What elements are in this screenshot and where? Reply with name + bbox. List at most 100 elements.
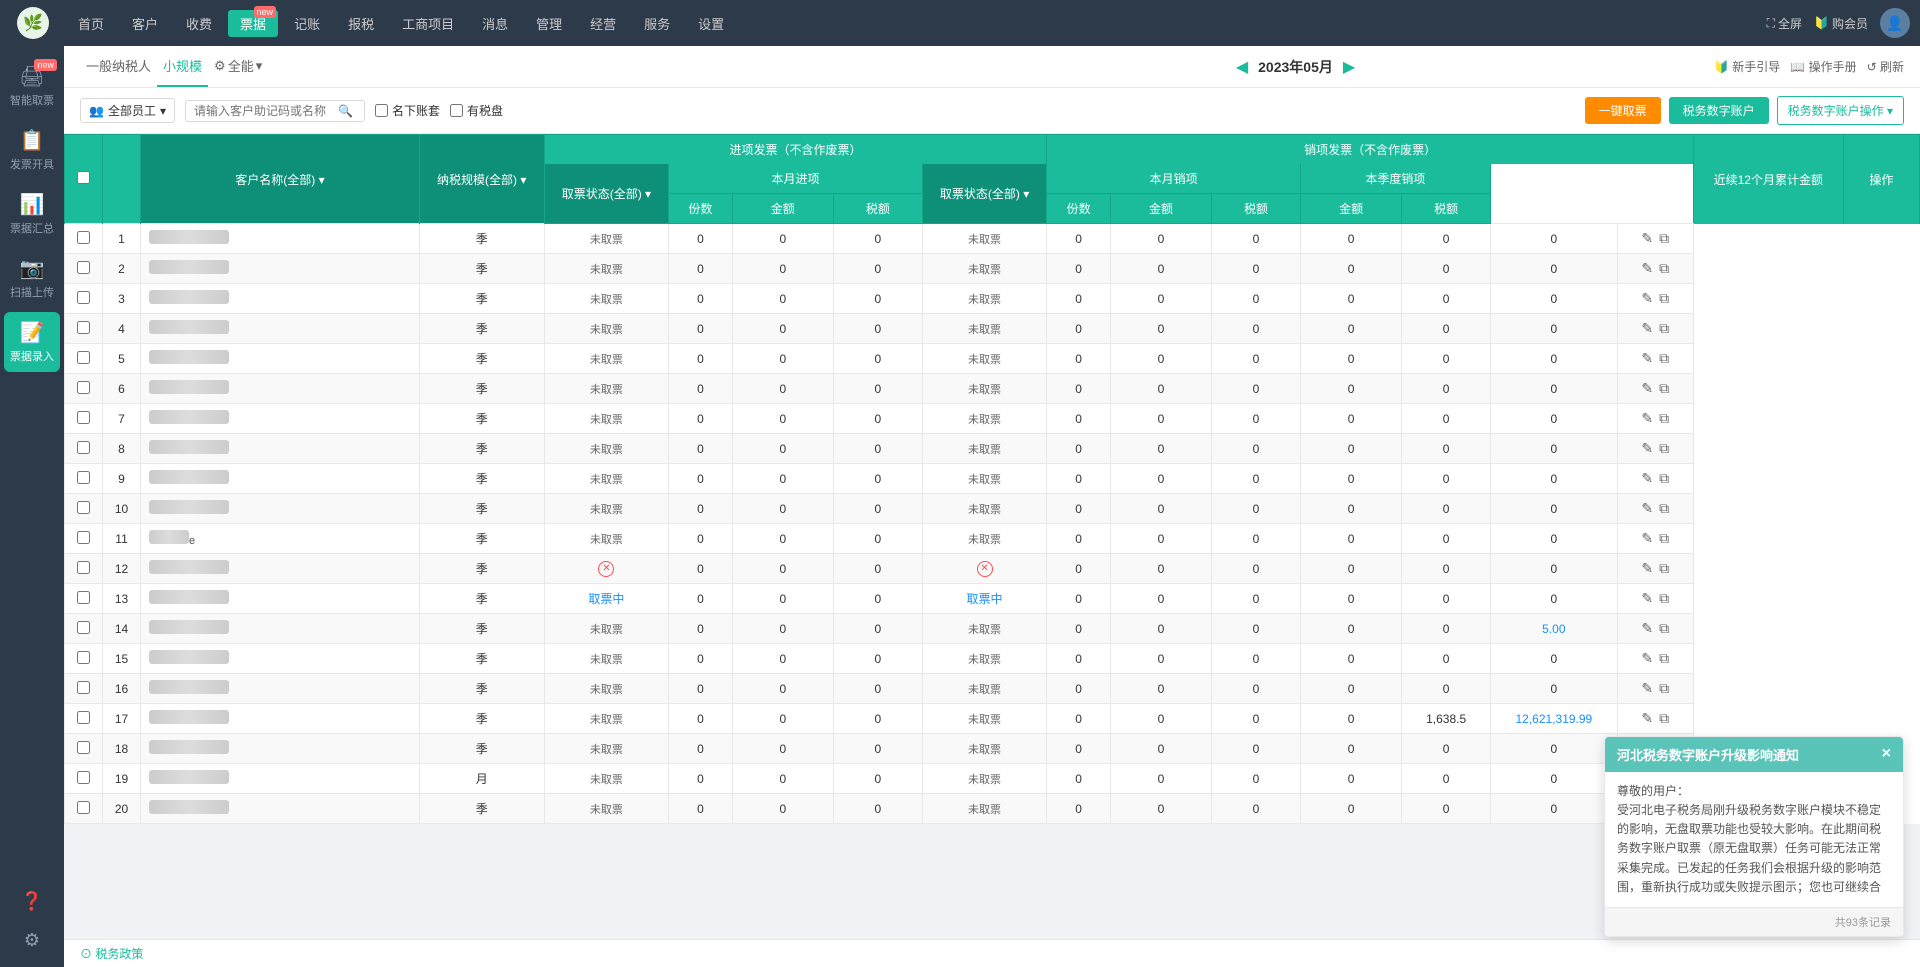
row-checkbox-cell[interactable]: [65, 254, 103, 284]
row-checkbox[interactable]: [77, 231, 90, 244]
copy-icon[interactable]: ⧉: [1659, 350, 1669, 367]
row-checkbox-cell[interactable]: [65, 374, 103, 404]
sidebar-item-smart-fetch[interactable]: 🖨 智能取票 new: [4, 56, 60, 116]
my-accounts-checkbox-label[interactable]: 名下账套: [375, 102, 440, 119]
row-checkbox-cell[interactable]: [65, 314, 103, 344]
search-input[interactable]: [194, 104, 334, 118]
sub-tab-small[interactable]: 小规模: [157, 46, 208, 87]
row-checkbox[interactable]: [77, 801, 90, 814]
member-button[interactable]: 🔰 购会员: [1814, 15, 1868, 32]
edit-icon[interactable]: ✎: [1641, 230, 1653, 247]
copy-icon[interactable]: ⧉: [1659, 410, 1669, 427]
edit-icon[interactable]: ✎: [1641, 380, 1653, 397]
edit-icon[interactable]: ✎: [1641, 320, 1653, 337]
row-checkbox[interactable]: [77, 291, 90, 304]
nav-settings[interactable]: 设置: [686, 10, 736, 37]
th-customer-name[interactable]: 客户名称(全部) ▾: [141, 135, 420, 224]
row-checkbox-cell[interactable]: [65, 494, 103, 524]
digital-account-button[interactable]: 税务数字账户: [1669, 97, 1769, 124]
select-all-checkbox[interactable]: [77, 171, 90, 184]
nav-bookkeeping[interactable]: 记账: [282, 10, 332, 37]
edit-icon[interactable]: ✎: [1641, 590, 1653, 607]
row-checkbox[interactable]: [77, 321, 90, 334]
copy-icon[interactable]: ⧉: [1659, 590, 1669, 607]
nav-fee[interactable]: 收费: [174, 10, 224, 37]
row-checkbox[interactable]: [77, 501, 90, 514]
copy-icon[interactable]: ⧉: [1659, 650, 1669, 667]
copy-icon[interactable]: ⧉: [1659, 470, 1669, 487]
row-checkbox[interactable]: [77, 531, 90, 544]
one-click-fetch-button[interactable]: 一键取票: [1585, 97, 1661, 124]
user-avatar[interactable]: 👤: [1880, 8, 1910, 38]
row-checkbox-cell[interactable]: [65, 344, 103, 374]
row-checkbox[interactable]: [77, 681, 90, 694]
tax-policy-link[interactable]: ⊙ 税务政策: [80, 945, 143, 962]
edit-icon[interactable]: ✎: [1641, 470, 1653, 487]
row-checkbox-cell[interactable]: [65, 704, 103, 734]
th-sales-status[interactable]: 取票状态(全部) ▾: [922, 164, 1047, 224]
edit-icon[interactable]: ✎: [1641, 350, 1653, 367]
row-checkbox[interactable]: [77, 471, 90, 484]
row-checkbox-cell[interactable]: [65, 284, 103, 314]
nav-home[interactable]: 首页: [66, 10, 116, 37]
fullscreen-button[interactable]: ⛶ 全屏: [1767, 15, 1802, 32]
copy-icon[interactable]: ⧉: [1659, 620, 1669, 637]
manual-link[interactable]: 📖 操作手册: [1790, 58, 1856, 75]
sidebar-item-invoice-summary[interactable]: 📊 票据汇总: [4, 184, 60, 244]
row-checkbox[interactable]: [77, 591, 90, 604]
sidebar-help-icon[interactable]: ❓: [15, 885, 49, 918]
nav-customer[interactable]: 客户: [120, 10, 170, 37]
row-checkbox[interactable]: [77, 651, 90, 664]
copy-icon[interactable]: ⧉: [1659, 260, 1669, 277]
row-checkbox-cell[interactable]: [65, 554, 103, 584]
search-box[interactable]: 🔍: [185, 100, 365, 122]
row-checkbox-cell[interactable]: [65, 614, 103, 644]
edit-icon[interactable]: ✎: [1641, 530, 1653, 547]
nav-operation[interactable]: 经营: [578, 10, 628, 37]
copy-icon[interactable]: ⧉: [1659, 320, 1669, 337]
row-checkbox-cell[interactable]: [65, 644, 103, 674]
row-checkbox[interactable]: [77, 261, 90, 274]
th-quota[interactable]: 纳税规模(全部) ▾: [419, 135, 544, 224]
sidebar-item-scan-upload[interactable]: 📷 扫描上传: [4, 248, 60, 308]
refresh-link[interactable]: ↺ 刷新: [1867, 58, 1904, 75]
next-month-button[interactable]: ▶: [1343, 57, 1355, 77]
nav-invoice[interactable]: 票据 new: [228, 10, 278, 37]
edit-icon[interactable]: ✎: [1641, 290, 1653, 307]
row-checkbox[interactable]: [77, 711, 90, 724]
copy-icon[interactable]: ⧉: [1659, 680, 1669, 697]
nav-message[interactable]: 消息: [470, 10, 520, 37]
sidebar-item-invoice-open[interactable]: 📋 发票开具: [4, 120, 60, 180]
copy-icon[interactable]: ⧉: [1659, 710, 1669, 727]
row-checkbox-cell[interactable]: [65, 464, 103, 494]
row-checkbox-cell[interactable]: [65, 794, 103, 824]
edit-icon[interactable]: ✎: [1641, 650, 1653, 667]
edit-icon[interactable]: ✎: [1641, 440, 1653, 457]
edit-icon[interactable]: ✎: [1641, 260, 1653, 277]
copy-icon[interactable]: ⧉: [1659, 530, 1669, 547]
row-checkbox[interactable]: [77, 741, 90, 754]
has-tax-disk-checkbox[interactable]: [450, 104, 463, 117]
row-checkbox-cell[interactable]: [65, 434, 103, 464]
employee-select[interactable]: 👥 全部员工 ▾: [80, 98, 175, 123]
copy-icon[interactable]: ⧉: [1659, 290, 1669, 307]
copy-icon[interactable]: ⧉: [1659, 560, 1669, 577]
row-checkbox-cell[interactable]: [65, 224, 103, 254]
sidebar-item-invoice-entry[interactable]: 📝 票据录入: [4, 312, 60, 372]
copy-icon[interactable]: ⧉: [1659, 500, 1669, 517]
edit-icon[interactable]: ✎: [1641, 620, 1653, 637]
row-checkbox[interactable]: [77, 441, 90, 454]
sub-tab-general[interactable]: 一般纳税人: [80, 46, 157, 87]
my-accounts-checkbox[interactable]: [375, 104, 388, 117]
row-checkbox[interactable]: [77, 621, 90, 634]
digital-account-ops-button[interactable]: 税务数字账户操作 ▾: [1777, 96, 1904, 125]
nav-manage[interactable]: 管理: [524, 10, 574, 37]
edit-icon[interactable]: ✎: [1641, 710, 1653, 727]
row-checkbox[interactable]: [77, 561, 90, 574]
guide-link[interactable]: 🔰 新手引导: [1714, 58, 1780, 75]
nav-tax[interactable]: 报税: [336, 10, 386, 37]
edit-icon[interactable]: ✎: [1641, 500, 1653, 517]
prev-month-button[interactable]: ◀: [1236, 57, 1248, 77]
nav-service[interactable]: 服务: [632, 10, 682, 37]
row-checkbox-cell[interactable]: [65, 734, 103, 764]
